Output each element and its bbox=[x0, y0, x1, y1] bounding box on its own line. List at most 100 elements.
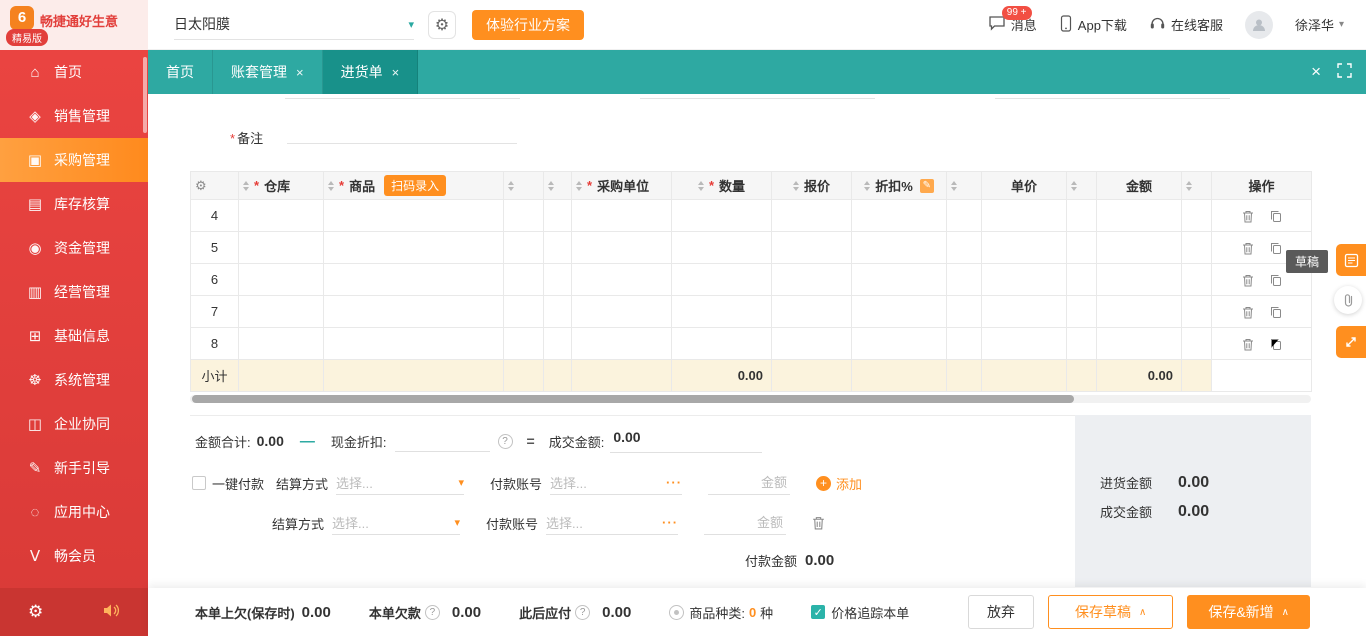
cell[interactable] bbox=[771, 327, 852, 360]
cell[interactable] bbox=[981, 231, 1067, 264]
add-payment-button[interactable]: + 添加 bbox=[816, 474, 862, 493]
cell[interactable] bbox=[543, 199, 572, 232]
col-qty[interactable]: * 数量 bbox=[671, 171, 772, 200]
sidebar-settings-icon[interactable]: ⚙ bbox=[28, 602, 43, 622]
cell[interactable] bbox=[543, 327, 572, 360]
copy-row-icon[interactable] bbox=[1270, 306, 1282, 319]
cell[interactable] bbox=[771, 199, 852, 232]
sort-icon[interactable] bbox=[864, 180, 871, 191]
cell[interactable] bbox=[238, 231, 324, 264]
cell[interactable] bbox=[323, 263, 504, 296]
cell[interactable] bbox=[543, 295, 572, 328]
sidebar-item-guide[interactable]: ✎ 新手引导 bbox=[0, 446, 148, 490]
cell[interactable] bbox=[671, 199, 772, 232]
sidebar-item-business[interactable]: ▥ 经营管理 bbox=[0, 270, 148, 314]
sort-icon[interactable] bbox=[508, 180, 514, 191]
col-price[interactable]: 单价 bbox=[981, 171, 1067, 200]
copy-row-icon[interactable] bbox=[1270, 210, 1282, 223]
sort-icon[interactable] bbox=[697, 180, 704, 191]
sidebar-item-funds[interactable]: ◉ 资金管理 bbox=[0, 226, 148, 270]
cell[interactable] bbox=[946, 327, 982, 360]
price-track[interactable]: ✓ 价格追踪本单 bbox=[811, 603, 909, 622]
cell[interactable] bbox=[851, 199, 947, 232]
col-aux-2[interactable] bbox=[543, 171, 572, 200]
settle-method-select[interactable]: 选择... ▾ bbox=[336, 471, 465, 495]
cell[interactable] bbox=[851, 231, 947, 264]
col-aux-5[interactable] bbox=[1181, 171, 1212, 200]
cell[interactable] bbox=[671, 231, 772, 264]
sidebar-item-appcenter[interactable]: ◌ 应用中心 bbox=[0, 490, 148, 534]
col-discount[interactable]: 折扣% ✎ bbox=[851, 171, 947, 200]
scan-entry-button[interactable]: 扫码录入 bbox=[384, 175, 447, 196]
sort-icon[interactable] bbox=[951, 180, 957, 191]
announcement-speaker-icon[interactable] bbox=[102, 603, 120, 621]
cell[interactable] bbox=[771, 295, 852, 328]
col-aux-4[interactable] bbox=[1066, 171, 1097, 200]
cell[interactable] bbox=[1096, 295, 1182, 328]
sort-icon[interactable] bbox=[243, 180, 249, 191]
delete-row-icon[interactable] bbox=[1242, 338, 1254, 351]
col-unit[interactable]: * 采购单位 bbox=[571, 171, 672, 200]
sort-icon[interactable] bbox=[328, 180, 334, 191]
delete-row-icon[interactable] bbox=[1242, 274, 1254, 287]
cell[interactable] bbox=[1181, 295, 1212, 328]
cell[interactable] bbox=[571, 263, 672, 296]
sidebar-item-member[interactable]: Ⅴ 畅会员 bbox=[0, 534, 148, 578]
cell[interactable] bbox=[1096, 327, 1182, 360]
cell[interactable] bbox=[946, 263, 982, 296]
cell[interactable] bbox=[981, 295, 1067, 328]
more-options-icon[interactable]: ··· bbox=[666, 475, 682, 490]
cash-discount-input[interactable] bbox=[394, 430, 490, 452]
expand-button[interactable] bbox=[1336, 326, 1366, 358]
cell[interactable] bbox=[851, 327, 947, 360]
cell[interactable] bbox=[946, 295, 982, 328]
col-warehouse[interactable]: * 仓库 bbox=[238, 171, 324, 200]
pay-account-select[interactable]: 选择... ··· bbox=[546, 511, 679, 535]
cell[interactable] bbox=[851, 263, 947, 296]
tab-close-icon[interactable]: × bbox=[392, 65, 400, 80]
delete-row-icon[interactable] bbox=[1242, 210, 1254, 223]
cell[interactable] bbox=[671, 263, 772, 296]
abandon-button[interactable]: 放弃 bbox=[968, 595, 1034, 629]
cell[interactable] bbox=[1096, 263, 1182, 296]
cell[interactable] bbox=[671, 327, 772, 360]
cell[interactable] bbox=[771, 263, 852, 296]
column-settings[interactable]: ⚙ bbox=[190, 171, 239, 200]
sidebar-item-home[interactable]: ⌂ 首页 bbox=[0, 50, 148, 94]
horizontal-scrollbar[interactable] bbox=[190, 395, 1311, 403]
account-book-select[interactable]: 日太阳膜 ▾ bbox=[174, 10, 414, 40]
cell[interactable] bbox=[238, 327, 324, 360]
tab-account-management[interactable]: 账套管理 × bbox=[213, 50, 323, 94]
pay-amount-input[interactable]: 金额 bbox=[704, 511, 787, 535]
help-icon[interactable]: ? bbox=[575, 604, 591, 620]
draft-button[interactable] bbox=[1336, 244, 1366, 276]
cell[interactable] bbox=[671, 295, 772, 328]
fullscreen-icon[interactable] bbox=[1337, 63, 1352, 81]
cell[interactable] bbox=[1181, 327, 1212, 360]
cell[interactable] bbox=[1066, 199, 1097, 232]
cell[interactable] bbox=[981, 263, 1067, 296]
cell[interactable] bbox=[851, 295, 947, 328]
col-quote[interactable]: 报价 bbox=[771, 171, 852, 200]
cell[interactable] bbox=[571, 295, 672, 328]
col-aux-1[interactable] bbox=[503, 171, 544, 200]
cell[interactable] bbox=[946, 231, 982, 264]
cell[interactable] bbox=[323, 295, 504, 328]
sidebar-item-inventory[interactable]: ▤ 库存核算 bbox=[0, 182, 148, 226]
cell[interactable] bbox=[981, 327, 1067, 360]
help-icon[interactable]: ? bbox=[424, 604, 440, 620]
remark-input[interactable] bbox=[287, 120, 517, 144]
cell[interactable] bbox=[503, 327, 544, 360]
cell[interactable] bbox=[543, 231, 572, 264]
attachment-button[interactable] bbox=[1334, 286, 1362, 314]
cell[interactable] bbox=[503, 199, 544, 232]
user-avatar[interactable] bbox=[1244, 10, 1273, 39]
copy-row-icon[interactable] bbox=[1270, 242, 1282, 255]
close-all-tabs-icon[interactable]: × bbox=[1311, 62, 1321, 82]
settle-method-select[interactable]: 选择... ▾ bbox=[332, 511, 461, 535]
sidebar-item-sales[interactable]: ◈ 销售管理 bbox=[0, 94, 148, 138]
cell[interactable] bbox=[1181, 199, 1212, 232]
sort-icon[interactable] bbox=[792, 180, 799, 191]
tab-close-icon[interactable]: × bbox=[296, 65, 304, 80]
delete-row-icon[interactable] bbox=[1242, 306, 1254, 319]
